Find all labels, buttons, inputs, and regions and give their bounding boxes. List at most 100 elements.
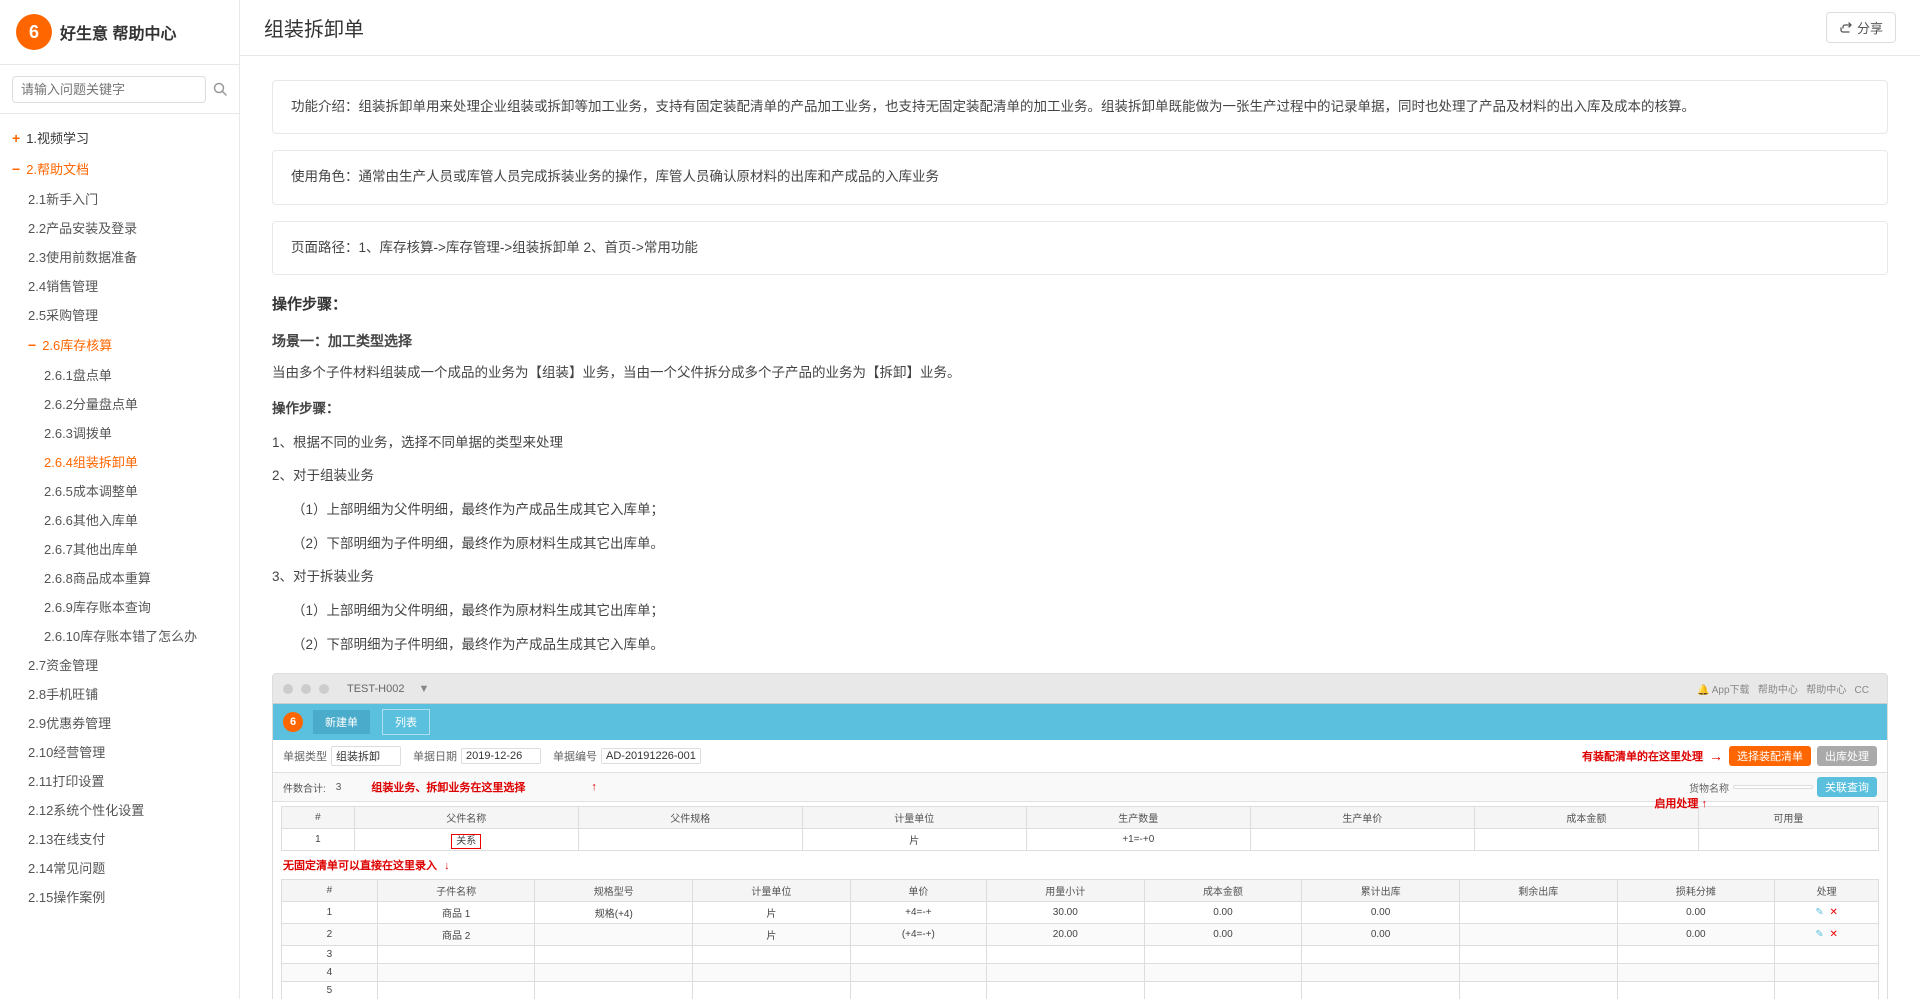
role-text: 使用角色：通常由生产人员或库管人员完成拆装业务的操作，库管人员确认原材料的出库和…	[291, 169, 939, 184]
sim-app-header: 6 新建单 列表	[273, 704, 1887, 740]
sidebar-item-s2-6-6[interactable]: 2.6.6其他入库单	[44, 505, 239, 534]
sim-col-num: #	[282, 807, 355, 829]
sidebar-item-s2-6[interactable]: − 2.6库存核算	[28, 329, 239, 360]
sidebar-item-s2-1[interactable]: 2.1新手入门	[28, 184, 239, 213]
sim-annotation5-row: 无固定清单可以直接在这里录入 ↓	[273, 855, 1887, 875]
sim-no-value[interactable]: AD-20191226-001	[601, 748, 701, 764]
intro-text: 功能介绍：组装拆卸单用来处理企业组装或拆卸等加工业务，支持有固定装配清单的产品加…	[291, 99, 1695, 114]
sim-upper-table-container: # 父件名称 父件规格 计量单位 生产数量 生产单价 成本金额 可用量	[273, 802, 1887, 855]
sim-delete-icon[interactable]: ✕	[1829, 907, 1837, 918]
sim-type-value[interactable]: 组装拆卸	[331, 746, 401, 766]
sidebar-item-s2-6-8[interactable]: 2.6.8商品成本重算	[44, 563, 239, 592]
sidebar-item-s2-13[interactable]: 2.13在线支付	[28, 824, 239, 853]
sidebar-subsection-s2-6: 2.6.1盘点单 2.6.2分量盘点单 2.6.3调拨单 2.6.4组装拆卸单 …	[28, 360, 239, 650]
step1: 1、根据不同的业务，选择不同单据的类型来处理	[272, 430, 1888, 456]
sidebar-item-s2-12[interactable]: 2.12系统个性化设置	[28, 795, 239, 824]
table-row: 5	[282, 982, 1879, 999]
sim-col-price: 生产单价	[1250, 807, 1474, 829]
screenshot-container: TEST-H002 ▼ 🔔 App下载 帮助中心 帮助中心 CC 6 新建单 列…	[272, 673, 1888, 999]
sidebar-item-s2-6-2[interactable]: 2.6.2分量盘点单	[44, 389, 239, 418]
arrow-right-icon: →	[1709, 748, 1723, 764]
sidebar-item-s2-6-3[interactable]: 2.6.3调拨单	[44, 418, 239, 447]
page-title: 组装拆卸单	[264, 13, 364, 42]
sim-parent-name-cell[interactable]: 关系	[451, 834, 481, 849]
share-icon	[1839, 21, 1853, 35]
sim-sub-label: 件数合计:	[283, 780, 326, 795]
steps-title: 操作步骤：	[272, 396, 1888, 422]
operations-title: 操作步骤：	[272, 293, 1888, 314]
sidebar-item-s2-6-9[interactable]: 2.6.9库存账本查询	[44, 592, 239, 621]
sidebar-item-s2-4[interactable]: 2.4销售管理	[28, 271, 239, 300]
sim-subheader: 件数合计: 3 组装业务、拆卸业务在这里选择 ↑ 货物名称 关联查询 启用处理	[273, 773, 1887, 802]
sim-assembly-btn[interactable]: 选择装配清单	[1729, 746, 1811, 766]
sidebar-item-s2-6-7[interactable]: 2.6.7其他出库单	[44, 534, 239, 563]
arrow-up-icon: ↑	[591, 781, 597, 793]
sidebar-item-s2-3[interactable]: 2.3使用前数据准备	[28, 242, 239, 271]
sim-no-label: 单据编号	[553, 748, 597, 764]
sidebar-item-label-s2-6: 2.6库存核算	[42, 335, 112, 354]
search-input[interactable]	[12, 76, 206, 103]
sidebar-item-s2-15[interactable]: 2.15操作案例	[28, 882, 239, 911]
sim-sub-val: 3	[336, 782, 342, 793]
table-row: 2 商品 2 片 (+4=-+) 20.00 0.00 0.00 0.00	[282, 924, 1879, 946]
sim-search-btn[interactable]: 关联查询	[1817, 777, 1877, 797]
sidebar-item-s2-8[interactable]: 2.8手机旺铺	[28, 679, 239, 708]
scene1-title: 场景一：加工类型选择	[272, 328, 1888, 355]
collapse-icon-s2-6: −	[28, 337, 36, 353]
info-block-path: 页面路径：1、库存核算->库存管理->组装拆卸单 2、首页->常用功能	[272, 221, 1888, 275]
sidebar-subsection-s2: 2.1新手入门 2.2产品安装及登录 2.3使用前数据准备 2.4销售管理 2.…	[0, 184, 239, 911]
sim-date-label: 单据日期	[413, 748, 457, 764]
sim-search-field[interactable]	[1733, 785, 1813, 789]
sidebar-item-s2-9[interactable]: 2.9优惠券管理	[28, 708, 239, 737]
sim-max-dot	[319, 684, 329, 694]
sidebar-item-s1[interactable]: + 1.视频学习	[0, 122, 239, 153]
sidebar-item-s2-2[interactable]: 2.2产品安装及登录	[28, 213, 239, 242]
step3-2: （2）下部明细为子件明细，最终作为产成品生成其它入库单。	[272, 632, 1888, 658]
sim-tab-new[interactable]: 新建单	[313, 710, 370, 734]
sim-date-value[interactable]: 2019-12-26	[461, 748, 541, 764]
arrow-down-icon: ↓	[444, 860, 450, 872]
sim-close-dot	[283, 684, 293, 694]
sim-edit-icon2[interactable]: ✎	[1815, 929, 1823, 940]
sidebar-item-s2-5[interactable]: 2.5采购管理	[28, 300, 239, 329]
sim-upper-table: # 父件名称 父件规格 计量单位 生产数量 生产单价 成本金额 可用量	[281, 806, 1879, 851]
sim-type-label: 单据类型	[283, 748, 327, 764]
sim-edit-icon[interactable]: ✎	[1815, 907, 1823, 918]
sidebar-item-s2-6-4[interactable]: 2.6.4组装拆卸单	[44, 447, 239, 476]
table-row: 1 商品 1 规格(+4) 片 +4=-+ 30.00 0.00 0.00 0.…	[282, 902, 1879, 924]
arrow-up2-icon: ↑	[1702, 798, 1708, 810]
search-button[interactable]	[212, 75, 227, 103]
sidebar-item-s2-7[interactable]: 2.7资金管理	[28, 650, 239, 679]
scene1-desc: 当由多个子件材料组装成一个成品的业务为【组装】业务，当由一个父件拆分成多个子产品…	[272, 360, 1888, 386]
sidebar-section-s2: − 2.帮助文档 2.1新手入门 2.2产品安装及登录 2.3使用前数据准备 2…	[0, 153, 239, 911]
sim-top-icons: 🔔 App下载 帮助中心 帮助中心 CC	[1697, 681, 1869, 696]
sim-screenshot: TEST-H002 ▼ 🔔 App下载 帮助中心 帮助中心 CC 6 新建单 列…	[273, 674, 1887, 999]
nav-list: + 1.视频学习 − 2.帮助文档 2.1新手入门 2.2产品安装及登录 2.3…	[0, 114, 239, 999]
sim-lower-table-container: # 子件名称 规格型号 计量单位 单价 用量小计 成本金额 累计出库 剩余出库 …	[273, 875, 1887, 999]
sidebar-item-s2-6-5[interactable]: 2.6.5成本调整单	[44, 476, 239, 505]
logo-area: 6 好生意 帮助中心	[0, 0, 239, 65]
sim-col-parent-name: 父件名称	[354, 807, 578, 829]
sidebar-item-s2-6-1[interactable]: 2.6.1盘点单	[44, 360, 239, 389]
sidebar-item-s2-10[interactable]: 2.10经营管理	[28, 737, 239, 766]
sim-col-parent-spec: 父件规格	[578, 807, 802, 829]
annotation1: 有装配清单的在这里处理	[1582, 748, 1703, 764]
sidebar-item-s2-14[interactable]: 2.14常见问题	[28, 853, 239, 882]
annotation3: 组装业务、拆卸业务在这里选择	[371, 779, 525, 795]
sim-action-btn[interactable]: 出库处理	[1817, 746, 1877, 766]
step2-2: （2）下部明细为子件明细，最终作为原材料生成其它出库单。	[272, 531, 1888, 557]
sim-min-dot	[301, 684, 311, 694]
sim-col-avail: 可用量	[1698, 807, 1878, 829]
app-title: 好生意 帮助中心	[60, 20, 176, 44]
sim-browser-bar: TEST-H002 ▼ 🔔 App下载 帮助中心 帮助中心 CC	[273, 674, 1887, 704]
sim-delete-icon2[interactable]: ✕	[1829, 929, 1837, 940]
share-button[interactable]: 分享	[1826, 12, 1896, 43]
expand-icon-s1: +	[12, 130, 20, 146]
sidebar-item-s2-11[interactable]: 2.11打印设置	[28, 766, 239, 795]
sidebar-item-s2[interactable]: − 2.帮助文档	[0, 153, 239, 184]
sidebar-item-s2-6-10[interactable]: 2.6.10库存账本错了怎么办	[44, 621, 239, 650]
sim-tab-list[interactable]: 列表	[382, 709, 430, 735]
sim-search-field-label: 货物名称	[1689, 780, 1729, 795]
sim-lower-table: # 子件名称 规格型号 计量单位 单价 用量小计 成本金额 累计出库 剩余出库 …	[281, 879, 1879, 999]
step2-1: （1）上部明细为父件明细，最终作为产成品生成其它入库单；	[272, 497, 1888, 523]
